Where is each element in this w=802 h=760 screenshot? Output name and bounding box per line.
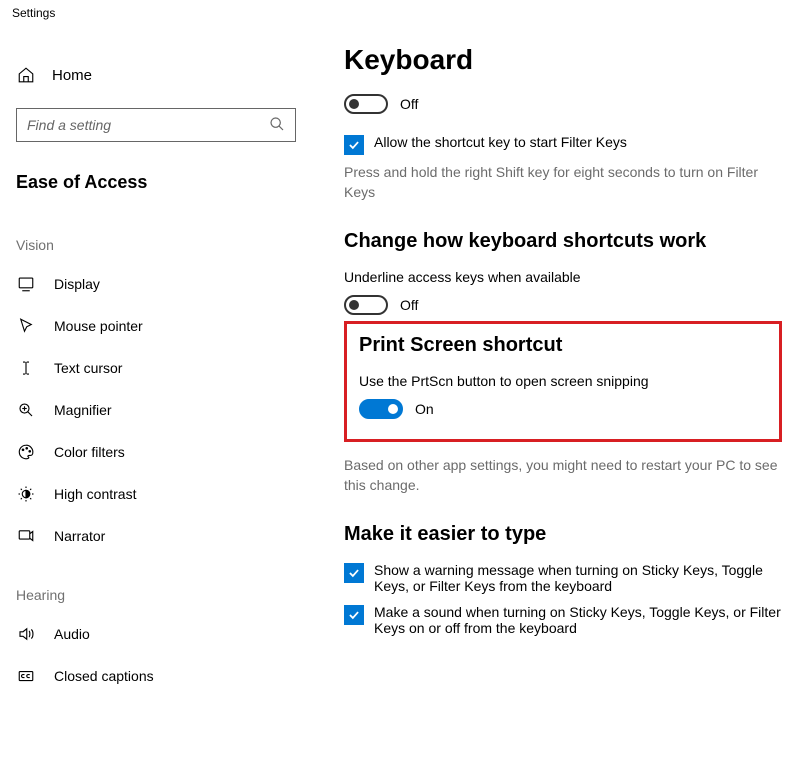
keyboard-toggle-state: Off: [400, 96, 418, 112]
section-vision-label: Vision: [0, 207, 312, 263]
category-header: Ease of Access: [0, 162, 312, 207]
home-button[interactable]: Home: [0, 56, 312, 94]
filter-keys-help: Press and hold the right Shift key for e…: [344, 163, 782, 202]
underline-toggle-state: Off: [400, 297, 418, 313]
audio-icon: [16, 625, 36, 643]
home-icon: [16, 66, 36, 84]
sidebar-item-label: Text cursor: [54, 360, 122, 376]
sidebar-item-display[interactable]: Display: [0, 263, 312, 305]
underline-label: Underline access keys when available: [344, 269, 782, 285]
window-title: Settings: [0, 0, 802, 26]
warning-checkbox-label: Show a warning message when turning on S…: [374, 562, 782, 594]
pointer-icon: [16, 317, 36, 335]
prtscn-help: Based on other app settings, you might n…: [344, 456, 782, 495]
sidebar-item-closed-captions[interactable]: Closed captions: [0, 655, 312, 697]
sidebar: Home Ease of Access Vision Display Mouse…: [0, 26, 312, 760]
text-cursor-icon: [16, 359, 36, 377]
narrator-icon: [16, 527, 36, 545]
display-icon: [16, 275, 36, 293]
keyboard-toggle[interactable]: [344, 94, 388, 114]
filter-keys-checkbox[interactable]: [344, 135, 364, 155]
section-hearing-label: Hearing: [0, 557, 312, 613]
sidebar-item-label: Magnifier: [54, 402, 112, 418]
search-icon: [269, 116, 285, 135]
prtscn-toggle[interactable]: [359, 399, 403, 419]
underline-toggle[interactable]: [344, 295, 388, 315]
home-label: Home: [52, 67, 92, 84]
magnifier-icon: [16, 401, 36, 419]
print-screen-highlight: Print Screen shortcut Use the PrtScn but…: [344, 321, 782, 442]
sidebar-item-label: Mouse pointer: [54, 318, 143, 334]
prtscn-label: Use the PrtScn button to open screen sni…: [359, 373, 767, 389]
content-panel: Keyboard Off Allow the shortcut key to s…: [312, 26, 802, 760]
prtscn-toggle-state: On: [415, 401, 434, 417]
sidebar-item-label: Closed captions: [54, 668, 154, 684]
sidebar-item-label: Audio: [54, 626, 90, 642]
sidebar-item-mouse-pointer[interactable]: Mouse pointer: [0, 305, 312, 347]
palette-icon: [16, 443, 36, 461]
sidebar-item-label: High contrast: [54, 486, 136, 502]
captions-icon: [16, 667, 36, 685]
sidebar-item-label: Narrator: [54, 528, 105, 544]
page-title: Keyboard: [344, 44, 782, 76]
sound-checkbox[interactable]: [344, 605, 364, 625]
sidebar-item-high-contrast[interactable]: High contrast: [0, 473, 312, 515]
contrast-icon: [16, 485, 36, 503]
filter-keys-checkbox-label: Allow the shortcut key to start Filter K…: [374, 134, 627, 150]
sidebar-item-narrator[interactable]: Narrator: [0, 515, 312, 557]
warning-checkbox[interactable]: [344, 563, 364, 583]
sidebar-item-audio[interactable]: Audio: [0, 613, 312, 655]
section-type-heading: Make it easier to type: [344, 523, 782, 546]
sound-checkbox-label: Make a sound when turning on Sticky Keys…: [374, 604, 782, 636]
section-prtscn-heading: Print Screen shortcut: [359, 334, 767, 357]
sidebar-item-magnifier[interactable]: Magnifier: [0, 389, 312, 431]
search-box[interactable]: [16, 108, 296, 142]
sidebar-item-color-filters[interactable]: Color filters: [0, 431, 312, 473]
sidebar-item-text-cursor[interactable]: Text cursor: [0, 347, 312, 389]
sidebar-item-label: Color filters: [54, 444, 125, 460]
search-input[interactable]: [27, 117, 269, 133]
section-shortcuts-heading: Change how keyboard shortcuts work: [344, 230, 782, 253]
sidebar-item-label: Display: [54, 276, 100, 292]
